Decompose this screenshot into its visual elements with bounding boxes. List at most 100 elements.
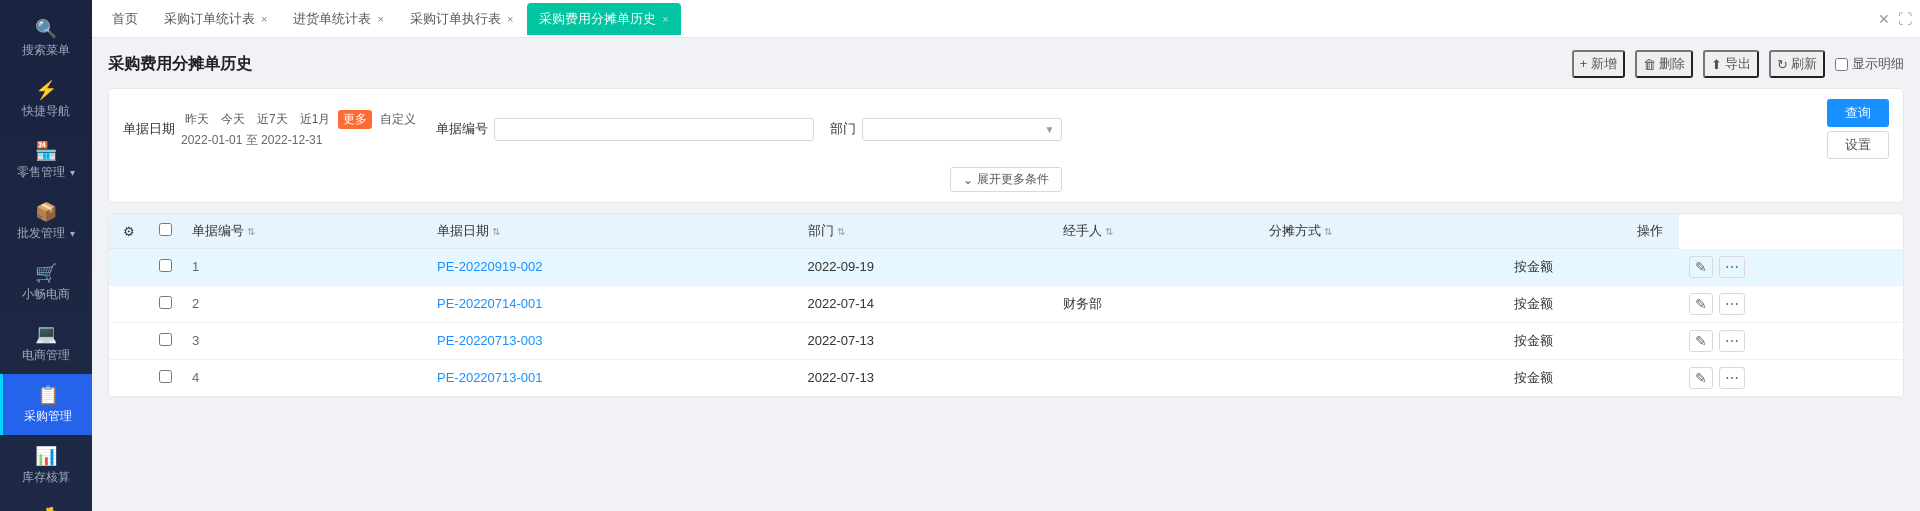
search-button[interactable]: 查询 <box>1827 99 1889 127</box>
filter-setting-button[interactable]: 设置 <box>1827 131 1889 159</box>
dept-select[interactable]: 财务部 <box>862 118 1062 141</box>
row-date: 2022-09-19 <box>798 249 1053 286</box>
tab-close-1[interactable]: × <box>261 13 267 25</box>
shortcut-today[interactable]: 今天 <box>217 110 249 129</box>
doc-link[interactable]: PE-20220713-003 <box>437 333 543 348</box>
sort-handler-icon[interactable]: ⇅ <box>1105 226 1113 237</box>
row-settings-cell <box>109 249 149 286</box>
sidebar: 🔍 搜索菜单 ⚡ 快捷导航 🏪 零售管理 ▾ 📦 批发管理 ▾ 🛒 小畅电商 💻… <box>0 0 92 511</box>
sidebar-item-inventory[interactable]: 📊 库存核算 <box>0 435 92 496</box>
date-range-display: 2022-01-01 至 2022-12-31 <box>181 132 420 149</box>
row-checkbox-3[interactable] <box>159 370 172 383</box>
row-checkbox-cell[interactable] <box>149 249 182 286</box>
date-shortcuts-row: 昨天 今天 近7天 近1月 更多 自定义 <box>181 110 420 129</box>
row-checkbox-cell[interactable] <box>149 359 182 396</box>
show-columns-toggle[interactable]: 显示明细 <box>1835 55 1904 73</box>
sidebar-item-ecommerce[interactable]: 💻 电商管理 <box>0 313 92 374</box>
col-dept: 部门⇅ <box>798 214 1053 249</box>
action-icons: ✎ ⋯ <box>1689 367 1893 389</box>
row-num: 3 <box>182 322 427 359</box>
table-row: 1 PE-20220919-002 2022-09-19 按金额 ✎ ⋯ <box>109 249 1903 286</box>
sort-dept-icon[interactable]: ⇅ <box>837 226 845 237</box>
row-checkbox-cell[interactable] <box>149 322 182 359</box>
col-docno: 单据编号⇅ <box>182 214 427 249</box>
row-docno[interactable]: PE-20220919-002 <box>427 249 798 286</box>
tab-close-3[interactable]: × <box>507 13 513 25</box>
dept-label: 部门 <box>830 120 856 138</box>
docno-input[interactable] <box>494 118 814 141</box>
docno-filter: 单据编号 <box>436 118 814 141</box>
row-dept: 财务部 <box>1053 285 1260 322</box>
more-icon[interactable]: ⋯ <box>1719 256 1745 278</box>
edit-icon[interactable]: ✎ <box>1689 256 1713 278</box>
sidebar-item-ecommerce-small[interactable]: 🛒 小畅电商 <box>0 252 92 313</box>
row-checkbox-1[interactable] <box>159 296 172 309</box>
doc-link[interactable]: PE-20220713-001 <box>437 370 543 385</box>
inventory-icon: 📊 <box>35 445 57 467</box>
shortcut-yesterday[interactable]: 昨天 <box>181 110 213 129</box>
sidebar-item-wholesale[interactable]: 📦 批发管理 ▾ <box>0 191 92 252</box>
doc-link[interactable]: PE-20220714-001 <box>437 296 543 311</box>
shortcut-7days[interactable]: 近7天 <box>253 110 292 129</box>
shortcut-more[interactable]: 更多 <box>338 110 372 129</box>
row-checkbox-0[interactable] <box>159 259 172 272</box>
sort-docno-icon[interactable]: ⇅ <box>247 226 255 237</box>
row-dept <box>1053 359 1260 396</box>
row-docno[interactable]: PE-20220713-001 <box>427 359 798 396</box>
edit-icon[interactable]: ✎ <box>1689 330 1713 352</box>
row-checkbox-2[interactable] <box>159 333 172 346</box>
more-icon[interactable]: ⋯ <box>1719 330 1745 352</box>
col-settings[interactable]: ⚙ <box>109 214 149 249</box>
close-all-icon[interactable]: ✕ <box>1878 11 1890 27</box>
show-columns-checkbox[interactable] <box>1835 58 1848 71</box>
select-all-checkbox[interactable] <box>159 223 172 236</box>
sidebar-item-finance[interactable]: 💰 资金管理 <box>0 496 92 511</box>
row-date: 2022-07-13 <box>798 359 1053 396</box>
filter-buttons: 查询 设置 <box>1827 99 1889 159</box>
row-actions: ✎ ⋯ <box>1679 285 1903 322</box>
tab-close-4[interactable]: × <box>662 13 668 25</box>
tab-purchase-order-stats[interactable]: 采购订单统计表 × <box>152 3 279 35</box>
more-icon[interactable]: ⋯ <box>1719 293 1745 315</box>
shortcut-custom[interactable]: 自定义 <box>376 110 420 129</box>
doc-link[interactable]: PE-20220919-002 <box>437 259 543 274</box>
sidebar-item-quicknav[interactable]: ⚡ 快捷导航 <box>0 69 92 130</box>
tab-close-2[interactable]: × <box>377 13 383 25</box>
sort-method-icon[interactable]: ⇅ <box>1324 226 1332 237</box>
export-icon: ⬆ <box>1711 57 1722 72</box>
edit-icon[interactable]: ✎ <box>1689 293 1713 315</box>
row-handler <box>1259 249 1504 286</box>
delete-button[interactable]: 🗑 删除 <box>1635 50 1693 78</box>
row-docno[interactable]: PE-20220714-001 <box>427 285 798 322</box>
sidebar-item-search[interactable]: 🔍 搜索菜单 <box>0 8 92 69</box>
sort-date-icon[interactable]: ⇅ <box>492 226 500 237</box>
toolbar: + 新增 🗑 删除 ⬆ 导出 ↻ 刷新 显示明细 <box>1572 50 1904 78</box>
refresh-button[interactable]: ↻ 刷新 <box>1769 50 1825 78</box>
tab-inbound-stats[interactable]: 进货单统计表 × <box>281 3 395 35</box>
main-content: 首页 采购订单统计表 × 进货单统计表 × 采购订单执行表 × 采购费用分摊单历… <box>92 0 1920 511</box>
more-icon[interactable]: ⋯ <box>1719 367 1745 389</box>
col-method: 分摊方式⇅ <box>1259 214 1504 249</box>
search-icon: 🔍 <box>35 18 57 40</box>
col-checkbox[interactable] <box>149 214 182 249</box>
add-button[interactable]: + 新增 <box>1572 50 1625 78</box>
row-docno[interactable]: PE-20220713-003 <box>427 322 798 359</box>
row-checkbox-cell[interactable] <box>149 285 182 322</box>
maximize-icon[interactable]: ⛶ <box>1898 11 1912 27</box>
export-button[interactable]: ⬆ 导出 <box>1703 50 1759 78</box>
sidebar-item-purchase[interactable]: 📋 采购管理 <box>0 374 92 435</box>
tab-purchase-order-exec[interactable]: 采购订单执行表 × <box>398 3 525 35</box>
wholesale-icon: 📦 <box>35 201 57 223</box>
row-num: 4 <box>182 359 427 396</box>
retail-icon: 🏪 <box>35 140 57 162</box>
docno-label: 单据编号 <box>436 120 488 138</box>
shortcut-1month[interactable]: 近1月 <box>296 110 335 129</box>
action-icons: ✎ ⋯ <box>1689 330 1893 352</box>
tab-purchase-fee-history[interactable]: 采购费用分摊单历史 × <box>527 3 680 35</box>
tab-home[interactable]: 首页 <box>100 3 150 35</box>
edit-icon[interactable]: ✎ <box>1689 367 1713 389</box>
sidebar-item-retail[interactable]: 🏪 零售管理 ▾ <box>0 130 92 191</box>
expand-more-button[interactable]: ⌄ 展开更多条件 <box>950 167 1062 192</box>
filter-row: 单据日期 昨天 今天 近7天 近1月 更多 自定义 2022-01-01 至 2… <box>123 99 1889 159</box>
col-date: 单据日期⇅ <box>427 214 798 249</box>
